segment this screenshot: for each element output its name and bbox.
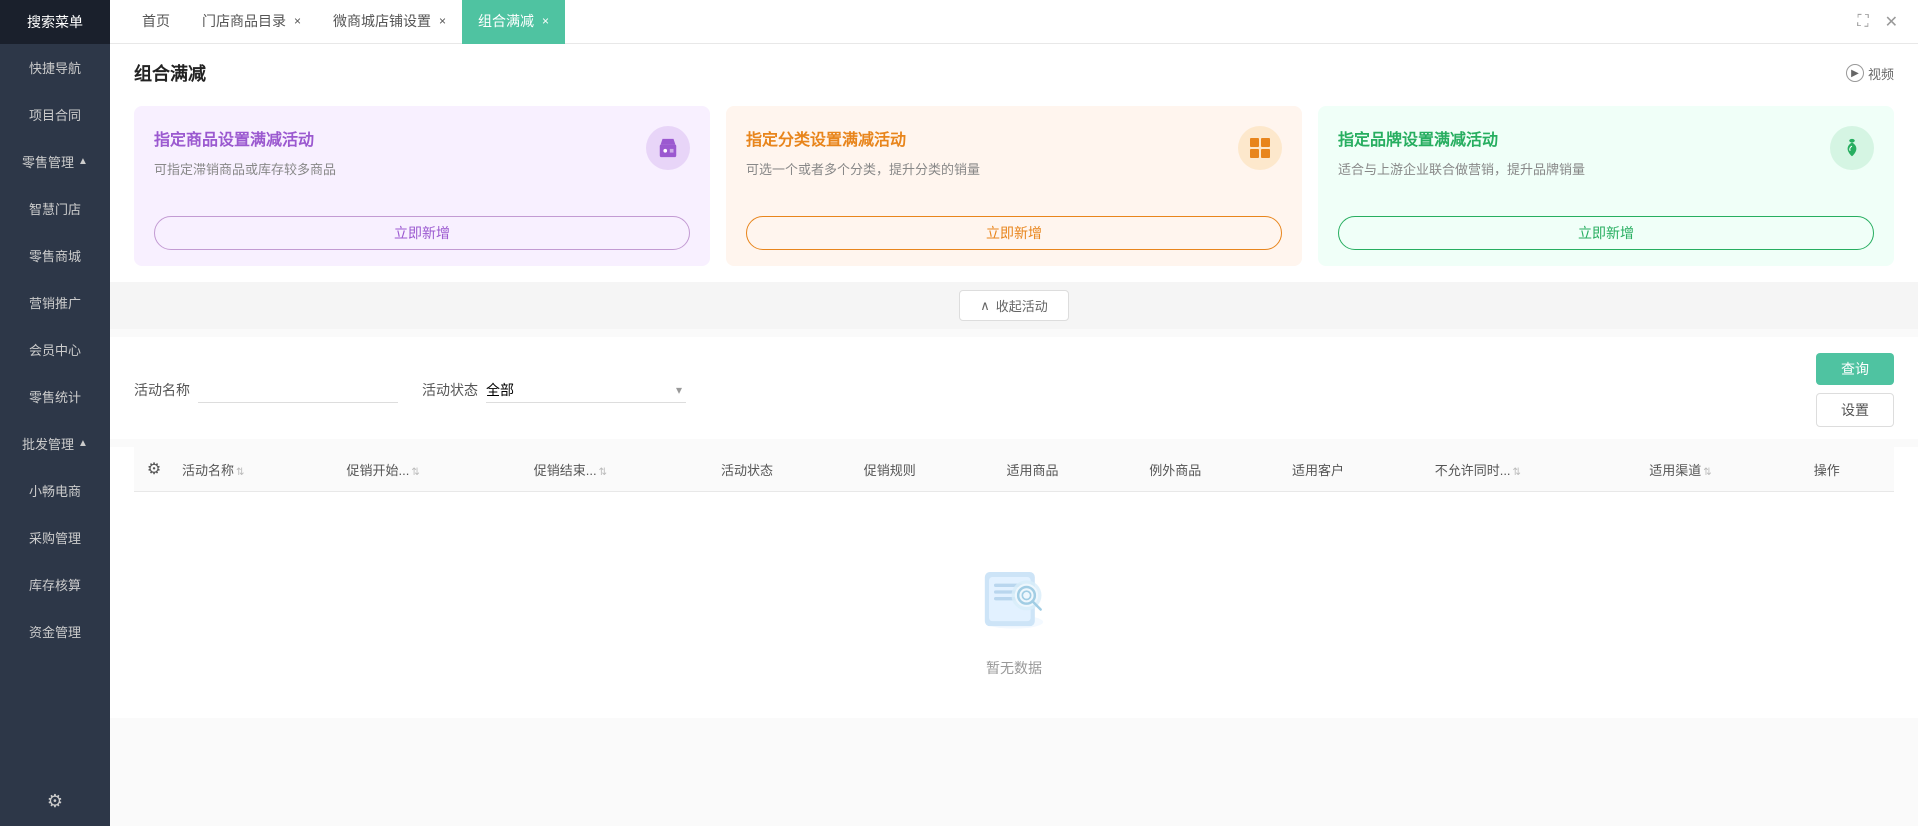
col-operations: 操作 bbox=[1806, 447, 1894, 492]
col-promo-rule: 促销规则 bbox=[856, 447, 999, 492]
tab-close-icon[interactable]: × bbox=[542, 14, 549, 28]
filter-area: 活动名称 活动状态 全部进行中已结束未开始 ▾ 查询 设置 bbox=[110, 337, 1918, 439]
card-brand-card: 指定品牌设置满减活动适合与上游企业联合做营销，提升品牌销量立即新增 bbox=[1318, 106, 1894, 266]
col-promo-start[interactable]: 促销开始...⇅ bbox=[339, 447, 526, 492]
tab-store-catalog[interactable]: 门店商品目录 × bbox=[186, 0, 317, 44]
tab-home[interactable]: 首页 bbox=[126, 0, 186, 44]
sidebar-item-purchase-mgmt[interactable]: 采购管理 bbox=[0, 514, 110, 561]
page-title: 组合满减 bbox=[134, 60, 206, 86]
tab-label: 微商城店铺设置 bbox=[333, 11, 431, 31]
card-add-button[interactable]: 立即新增 bbox=[1338, 216, 1874, 250]
video-link[interactable]: ▶ 视频 bbox=[1846, 64, 1894, 83]
empty-icon bbox=[964, 552, 1064, 642]
card-icon bbox=[1238, 126, 1282, 170]
col-no-concurrent[interactable]: 不允许同时...⇅ bbox=[1427, 447, 1642, 492]
page-header: 组合满减 ▶ 视频 bbox=[110, 44, 1918, 98]
gear-icon[interactable]: ⚙ bbox=[147, 461, 161, 478]
maximize-button[interactable]: ⛶ bbox=[1853, 8, 1872, 36]
card-desc: 可选一个或者多个分类，提升分类的销量 bbox=[746, 160, 1282, 200]
card-title: 指定商品设置满减活动 bbox=[154, 126, 690, 150]
card-add-button[interactable]: 立即新增 bbox=[746, 216, 1282, 250]
sidebar-item-wholesale-mgmt[interactable]: 批发管理▲ bbox=[0, 420, 110, 467]
col-exception-goods: 例外商品 bbox=[1141, 447, 1284, 492]
card-icon bbox=[1830, 126, 1874, 170]
activity-status-select[interactable]: 全部进行中已结束未开始 bbox=[486, 378, 686, 403]
tab-label: 首页 bbox=[142, 11, 170, 31]
col-gear[interactable]: ⚙ bbox=[134, 447, 174, 492]
sort-icon: ⇅ bbox=[1703, 467, 1711, 478]
card-desc: 可指定滞销商品或库存较多商品 bbox=[154, 160, 690, 200]
col-applicable-customer: 适用客户 bbox=[1284, 447, 1427, 492]
sidebar-item-project-contract[interactable]: 项目合同 bbox=[0, 91, 110, 138]
sidebar-item-retail-mall[interactable]: 零售商城 bbox=[0, 232, 110, 279]
sort-icon: ⇅ bbox=[236, 467, 244, 478]
sidebar-item-retail-stats[interactable]: 零售统计 bbox=[0, 373, 110, 420]
card-title: 指定品牌设置满减活动 bbox=[1338, 126, 1874, 150]
tab-combo-discount[interactable]: 组合满减 × bbox=[462, 0, 565, 44]
collapse-button[interactable]: ∧ 收起活动 bbox=[959, 290, 1069, 321]
tab-bar: 首页门店商品目录 ×微商城店铺设置 ×组合满减 × ⛶ ✕ bbox=[110, 0, 1918, 44]
sidebar-item-quick-nav[interactable]: 快捷导航 bbox=[0, 44, 110, 91]
sidebar-item-member-center[interactable]: 会员中心 bbox=[0, 326, 110, 373]
window-controls: ⛶ ✕ bbox=[1853, 8, 1902, 36]
col-activity-name[interactable]: 活动名称⇅ bbox=[174, 447, 339, 492]
sort-icon: ⇅ bbox=[411, 467, 419, 478]
card-category-card: 指定分类设置满减活动可选一个或者多个分类，提升分类的销量立即新增 bbox=[726, 106, 1302, 266]
col-applicable-goods: 适用商品 bbox=[999, 447, 1142, 492]
activity-name-filter: 活动名称 bbox=[134, 378, 398, 403]
sidebar-item-xiaochangec[interactable]: 小畅电商 bbox=[0, 467, 110, 514]
sidebar-item-inventory[interactable]: 库存核算 bbox=[0, 561, 110, 608]
sort-icon: ⇅ bbox=[599, 467, 607, 478]
sidebar-item-funds-mgmt[interactable]: 资金管理 bbox=[0, 608, 110, 655]
settings-icon[interactable]: ⚙ bbox=[0, 777, 110, 826]
card-desc: 适合与上游企业联合做营销，提升品牌销量 bbox=[1338, 160, 1874, 200]
tab-label: 组合满减 bbox=[478, 11, 534, 31]
query-button[interactable]: 查询 bbox=[1816, 353, 1894, 385]
activity-status-filter: 活动状态 全部进行中已结束未开始 ▾ bbox=[422, 378, 686, 403]
activity-name-input[interactable] bbox=[198, 378, 398, 403]
activity-status-label: 活动状态 bbox=[422, 380, 478, 400]
activity-table: ⚙活动名称⇅促销开始...⇅促销结束...⇅活动状态促销规则适用商品例外商品适用… bbox=[134, 447, 1894, 718]
collapse-up-icon: ∧ bbox=[980, 298, 990, 314]
sort-icon: ⇅ bbox=[1513, 467, 1521, 478]
card-add-button[interactable]: 立即新增 bbox=[154, 216, 690, 250]
card-title: 指定分类设置满减活动 bbox=[746, 126, 1282, 150]
col-applicable-channel[interactable]: 适用渠道⇅ bbox=[1641, 447, 1806, 492]
sidebar-search[interactable]: 搜索菜单 bbox=[0, 0, 110, 44]
tab-label: 门店商品目录 bbox=[202, 11, 286, 31]
expand-icon: ▲ bbox=[78, 438, 88, 449]
filter-actions: 查询 设置 bbox=[1816, 353, 1894, 427]
settings-button[interactable]: 设置 bbox=[1816, 393, 1894, 427]
status-select-wrapper: 全部进行中已结束未开始 ▾ bbox=[486, 378, 686, 403]
sidebar: 搜索菜单 快捷导航项目合同零售管理▲智慧门店零售商城营销推广会员中心零售统计批发… bbox=[0, 0, 110, 826]
table-area: ⚙活动名称⇅促销开始...⇅促销结束...⇅活动状态促销规则适用商品例外商品适用… bbox=[110, 447, 1918, 718]
main-content: 首页门店商品目录 ×微商城店铺设置 ×组合满减 × ⛶ ✕ 组合满减 ▶ 视频 … bbox=[110, 0, 1918, 826]
close-button[interactable]: ✕ bbox=[1881, 8, 1902, 36]
expand-icon: ▲ bbox=[78, 156, 88, 167]
empty-state: 暂无数据 bbox=[134, 492, 1894, 718]
tab-close-icon[interactable]: × bbox=[439, 14, 446, 28]
col-activity-status: 活动状态 bbox=[713, 447, 856, 492]
sidebar-item-smart-store[interactable]: 智慧门店 bbox=[0, 185, 110, 232]
sidebar-item-retail-mgmt[interactable]: 零售管理▲ bbox=[0, 138, 110, 185]
collapse-bar: ∧ 收起活动 bbox=[110, 282, 1918, 329]
tab-wechat-settings[interactable]: 微商城店铺设置 × bbox=[317, 0, 462, 44]
card-icon bbox=[646, 126, 690, 170]
play-icon: ▶ bbox=[1846, 64, 1864, 82]
empty-text: 暂无数据 bbox=[986, 658, 1042, 678]
activity-name-label: 活动名称 bbox=[134, 380, 190, 400]
page-content: 组合满减 ▶ 视频 指定商品设置满减活动可指定滞销商品或库存较多商品立即新增指定… bbox=[110, 44, 1918, 826]
card-product-card: 指定商品设置满减活动可指定滞销商品或库存较多商品立即新增 bbox=[134, 106, 710, 266]
col-promo-end[interactable]: 促销结束...⇅ bbox=[526, 447, 713, 492]
cards-area: 指定商品设置满减活动可指定滞销商品或库存较多商品立即新增指定分类设置满减活动可选… bbox=[110, 98, 1918, 282]
sidebar-item-marketing[interactable]: 营销推广 bbox=[0, 279, 110, 326]
tab-close-icon[interactable]: × bbox=[294, 14, 301, 28]
